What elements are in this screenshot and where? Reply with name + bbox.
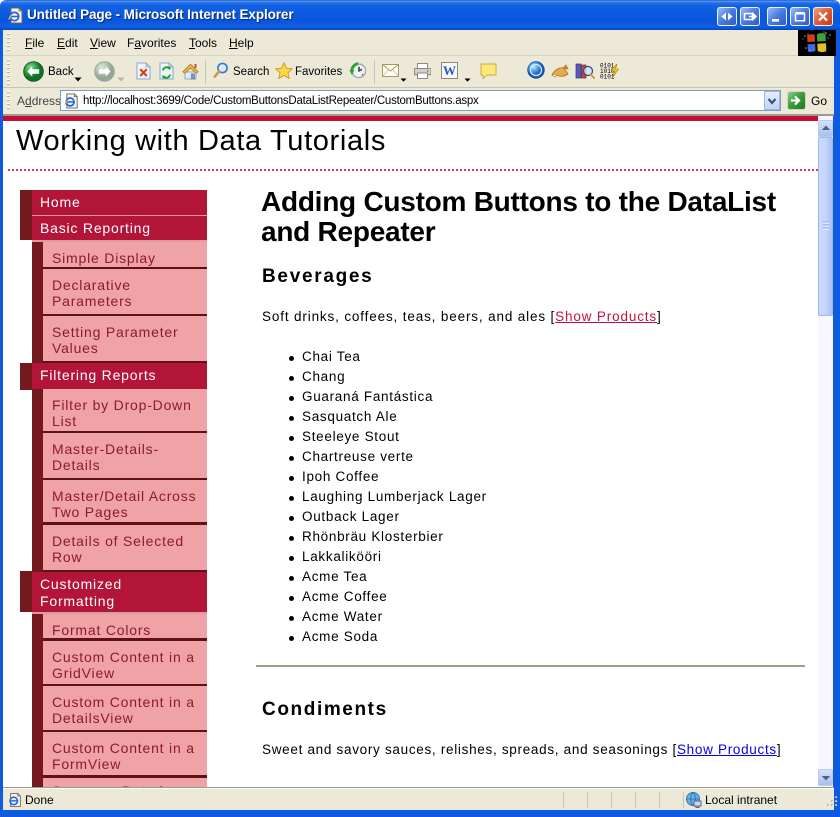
svg-text:W: W (443, 63, 456, 78)
svg-text:0101: 0101 (600, 74, 615, 81)
